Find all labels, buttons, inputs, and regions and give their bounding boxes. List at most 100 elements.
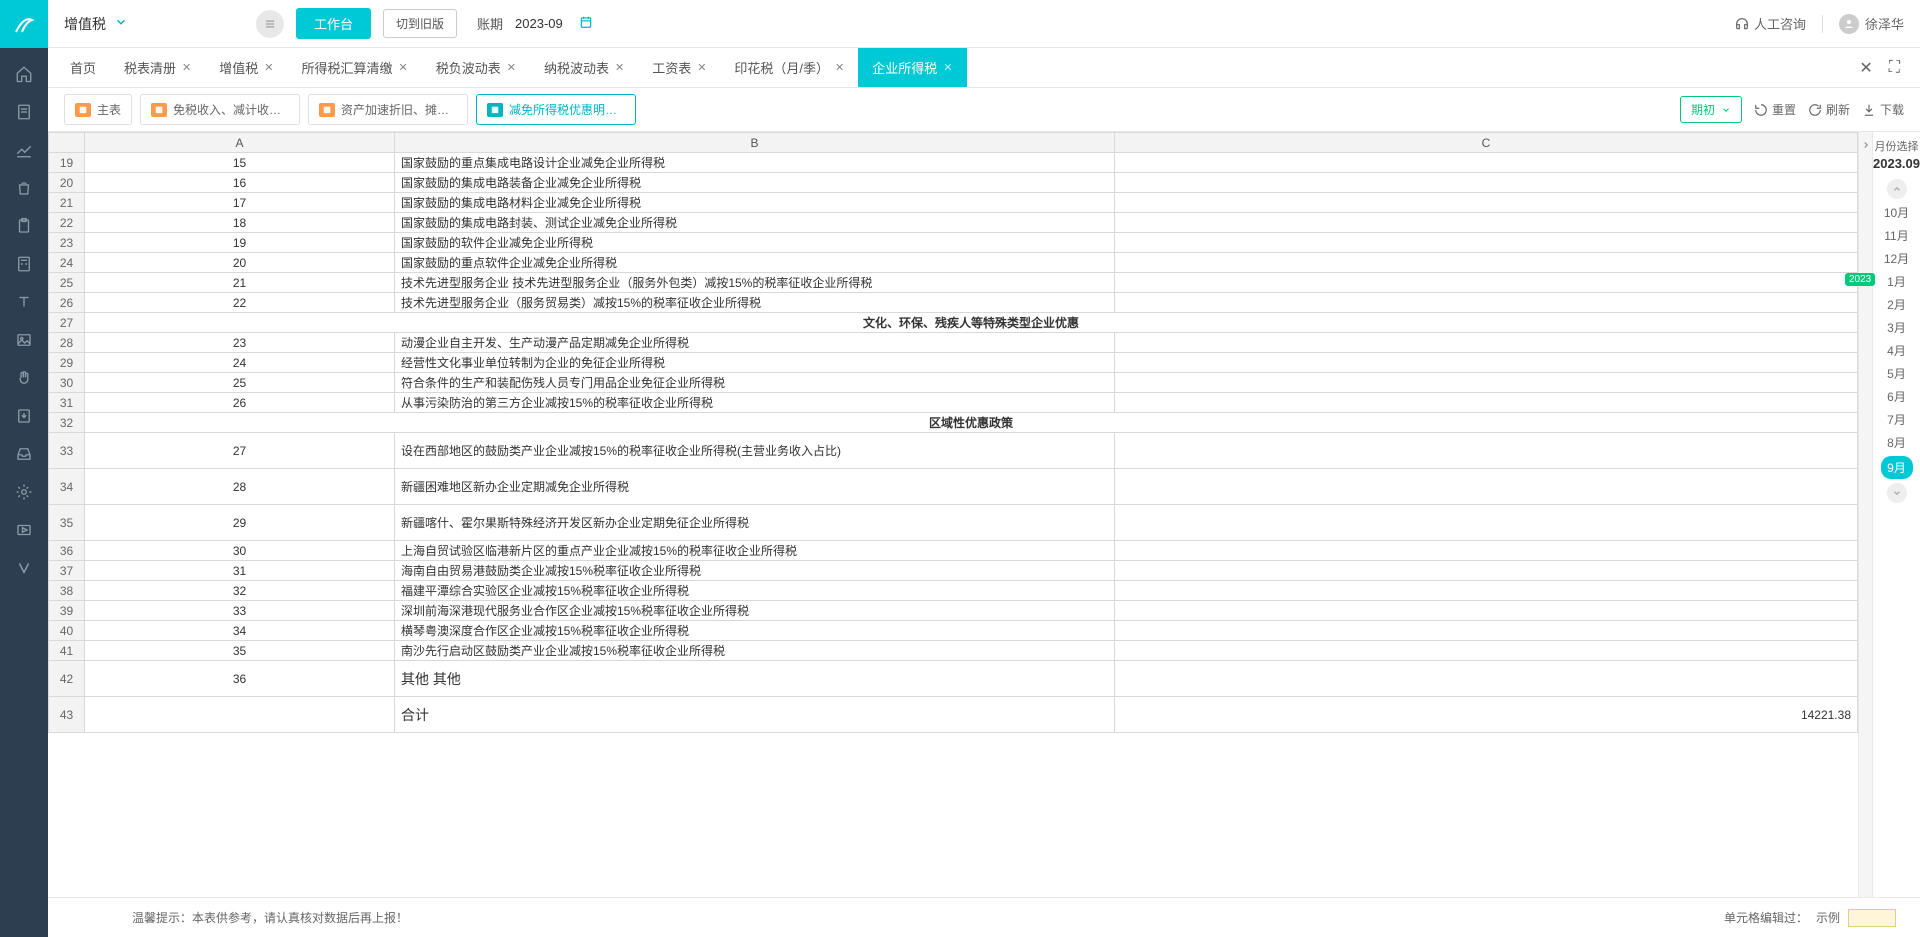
tab-2[interactable]: 增值税✕ <box>205 48 287 87</box>
cell-a[interactable]: 28 <box>85 469 395 505</box>
tax-type-select[interactable]: 增值税 <box>64 14 244 34</box>
row-number[interactable]: 28 <box>49 333 85 353</box>
row-number[interactable]: 37 <box>49 561 85 581</box>
cell-a[interactable]: 21 <box>85 273 395 293</box>
tab-close-all-icon[interactable]: ✕ <box>1855 54 1876 82</box>
cell-b[interactable]: 合计 <box>395 697 1115 733</box>
row-number[interactable]: 19 <box>49 153 85 173</box>
month-down-icon[interactable] <box>1887 483 1907 503</box>
row-number[interactable]: 21 <box>49 193 85 213</box>
subtab-1[interactable]: ▦免税收入、减计收入... <box>140 94 300 125</box>
row-number[interactable]: 30 <box>49 373 85 393</box>
close-icon[interactable]: ✕ <box>182 61 191 74</box>
tab-7[interactable]: 印花税（月/季）✕ <box>720 48 858 87</box>
tab-expand-icon[interactable]: ⛶ <box>1885 55 1904 81</box>
nav-export-icon[interactable] <box>0 398 48 434</box>
section-header-cell[interactable]: 文化、环保、残疾人等特殊类型企业优惠 <box>85 313 1858 333</box>
section-header-cell[interactable]: 区域性优惠政策 <box>85 413 1858 433</box>
cell-c[interactable] <box>1115 153 1858 173</box>
cell-c[interactable] <box>1115 541 1858 561</box>
subtab-3[interactable]: ▦减免所得税优惠明细表 <box>476 94 636 125</box>
row-number[interactable]: 23 <box>49 233 85 253</box>
nav-image-icon[interactable] <box>0 322 48 358</box>
cell-b[interactable]: 国家鼓励的集成电路装备企业减免企业所得税 <box>395 173 1115 193</box>
month-item[interactable]: 1月2023 <box>1873 270 1920 293</box>
period-dropdown[interactable]: 期初 <box>1680 96 1742 123</box>
cell-a[interactable] <box>85 697 395 733</box>
row-number[interactable]: 22 <box>49 213 85 233</box>
subtab-0[interactable]: ▦主表 <box>64 94 132 125</box>
tab-5[interactable]: 纳税波动表✕ <box>530 48 638 87</box>
row-number[interactable]: 40 <box>49 621 85 641</box>
cell-b[interactable]: 动漫企业自主开发、生产动漫产品定期减免企业所得税 <box>395 333 1115 353</box>
cell-c[interactable] <box>1115 505 1858 541</box>
month-item[interactable]: 7月 <box>1873 408 1920 431</box>
row-number[interactable]: 42 <box>49 661 85 697</box>
cell-b[interactable]: 经营性文化事业单位转制为企业的免征企业所得税 <box>395 353 1115 373</box>
corner-cell[interactable] <box>49 133 85 153</box>
cell-b[interactable]: 国家鼓励的重点集成电路设计企业减免企业所得税 <box>395 153 1115 173</box>
tab-6[interactable]: 工资表✕ <box>638 48 720 87</box>
list-toggle-button[interactable] <box>256 10 284 38</box>
nav-video-icon[interactable] <box>0 512 48 548</box>
cell-a[interactable]: 26 <box>85 393 395 413</box>
cell-c[interactable] <box>1115 393 1858 413</box>
cell-a[interactable]: 23 <box>85 333 395 353</box>
cell-a[interactable]: 15 <box>85 153 395 173</box>
nav-calc-icon[interactable] <box>0 246 48 282</box>
cell-b[interactable]: 国家鼓励的重点软件企业减免企业所得税 <box>395 253 1115 273</box>
cell-a[interactable]: 16 <box>85 173 395 193</box>
row-number[interactable]: 43 <box>49 697 85 733</box>
collapse-handle[interactable] <box>1858 132 1872 897</box>
refresh-button[interactable]: 刷新 <box>1808 101 1850 118</box>
month-item[interactable]: 4月 <box>1873 339 1920 362</box>
cell-a[interactable]: 19 <box>85 233 395 253</box>
tab-3[interactable]: 所得税汇算清缴✕ <box>287 48 421 87</box>
row-number[interactable]: 34 <box>49 469 85 505</box>
nav-chart-icon[interactable] <box>0 132 48 168</box>
cell-b[interactable]: 从事污染防治的第三方企业减按15%的税率征收企业所得税 <box>395 393 1115 413</box>
cell-c[interactable] <box>1115 273 1858 293</box>
spreadsheet[interactable]: A B C 1915国家鼓励的重点集成电路设计企业减免企业所得税2016国家鼓励… <box>48 132 1858 897</box>
col-header-b[interactable]: B <box>395 133 1115 153</box>
close-icon[interactable]: ✕ <box>835 61 844 74</box>
month-item[interactable]: 5月 <box>1873 362 1920 385</box>
row-number[interactable]: 25 <box>49 273 85 293</box>
calendar-icon[interactable] <box>579 15 593 32</box>
cell-b[interactable]: 海南自由贸易港鼓励类企业减按15%税率征收企业所得税 <box>395 561 1115 581</box>
row-number[interactable]: 20 <box>49 173 85 193</box>
close-icon[interactable]: ✕ <box>943 61 952 74</box>
cell-c[interactable] <box>1115 641 1858 661</box>
row-number[interactable]: 27 <box>49 313 85 333</box>
month-item[interactable]: 8月 <box>1873 431 1920 454</box>
row-number[interactable]: 39 <box>49 601 85 621</box>
nav-inbox-icon[interactable] <box>0 436 48 472</box>
cell-a[interactable]: 33 <box>85 601 395 621</box>
row-number[interactable]: 41 <box>49 641 85 661</box>
month-up-icon[interactable] <box>1887 179 1907 199</box>
cell-c[interactable] <box>1115 661 1858 697</box>
cell-c[interactable]: 14221.38 <box>1115 697 1858 733</box>
cell-c[interactable] <box>1115 193 1858 213</box>
nav-hand-icon[interactable] <box>0 360 48 396</box>
cell-b[interactable]: 符合条件的生产和装配伤残人员专门用品企业免征企业所得税 <box>395 373 1115 393</box>
cell-a[interactable]: 31 <box>85 561 395 581</box>
reset-button[interactable]: 重置 <box>1754 101 1796 118</box>
old-version-button[interactable]: 切到旧版 <box>383 9 457 38</box>
row-number[interactable]: 35 <box>49 505 85 541</box>
cell-b[interactable]: 国家鼓励的集成电路材料企业减免企业所得税 <box>395 193 1115 213</box>
cell-b[interactable]: 新疆喀什、霍尔果斯特殊经济开发区新办企业定期免征企业所得税 <box>395 505 1115 541</box>
cell-b[interactable]: 国家鼓励的集成电路封装、测试企业减免企业所得税 <box>395 213 1115 233</box>
close-icon[interactable]: ✕ <box>507 61 516 74</box>
cell-b[interactable]: 技术先进型服务企业 技术先进型服务企业（服务外包类）减按15%的税率征收企业所得… <box>395 273 1115 293</box>
cell-b[interactable]: 南沙先行启动区鼓励类产业企业减按15%税率征收企业所得税 <box>395 641 1115 661</box>
row-number[interactable]: 33 <box>49 433 85 469</box>
cell-c[interactable] <box>1115 253 1858 273</box>
cell-c[interactable] <box>1115 353 1858 373</box>
support-link[interactable]: 人工咨询 <box>1734 14 1806 33</box>
cell-c[interactable] <box>1115 173 1858 193</box>
cell-b[interactable]: 深圳前海深港现代服务业合作区企业减按15%税率征收企业所得税 <box>395 601 1115 621</box>
cell-a[interactable]: 18 <box>85 213 395 233</box>
row-number[interactable]: 29 <box>49 353 85 373</box>
nav-home-icon[interactable] <box>0 56 48 92</box>
